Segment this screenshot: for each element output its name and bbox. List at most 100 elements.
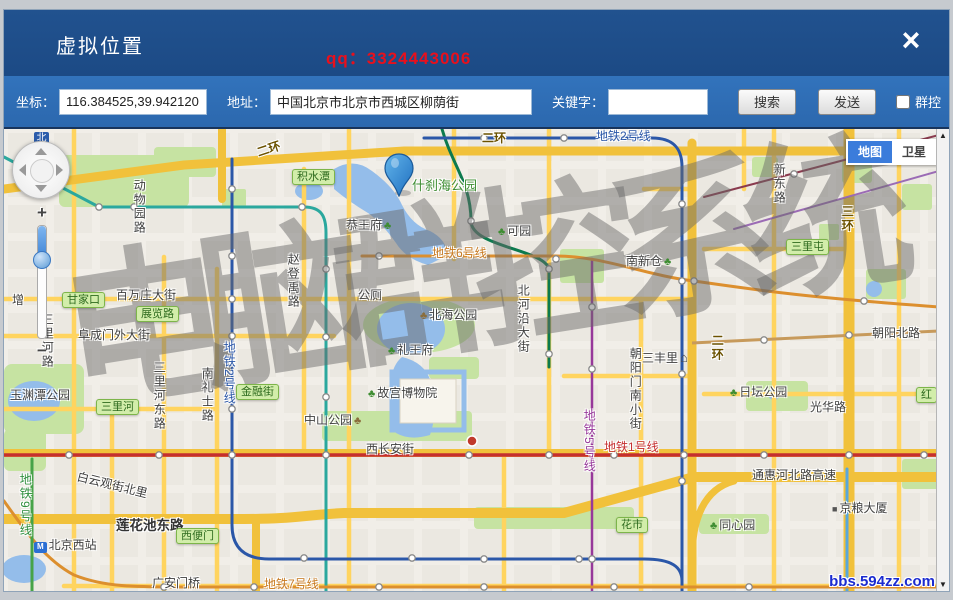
- pan-right-icon[interactable]: [56, 164, 63, 176]
- tree-icon: ♣: [730, 387, 738, 399]
- map-label: 积水潭: [292, 169, 335, 186]
- map-label: 红: [916, 387, 937, 404]
- group-control-label: 群控: [915, 95, 942, 110]
- map-label: 莲花池东路: [116, 518, 184, 533]
- map-label: 白云观街北里: [75, 469, 149, 501]
- map-label: 朝阳门南小街: [628, 347, 643, 431]
- scroll-up-icon[interactable]: ▲: [937, 129, 949, 142]
- map-label: 什刹海公园: [412, 178, 478, 193]
- map-label: 玉渊潭公园: [10, 388, 71, 402]
- map-label: 西便门: [176, 528, 219, 545]
- map-label: M 北京西站: [32, 538, 97, 553]
- map-label: ♣ 日坛公园: [728, 385, 787, 399]
- map-type-satellite-button[interactable]: 卫星: [892, 141, 936, 163]
- map-label: 三里河: [96, 399, 139, 416]
- map-label: 光华路: [810, 400, 847, 414]
- keyword-label: 关键字：: [552, 95, 605, 110]
- map-label: 通惠河北路高速: [752, 468, 837, 482]
- address-input[interactable]: [270, 88, 533, 115]
- map-label: 西长安街: [366, 442, 415, 456]
- map-label: 赵登禹路: [286, 253, 301, 309]
- map-label: 展览路: [136, 306, 179, 323]
- map-label: 地铁7号线: [264, 577, 319, 591]
- pav-icon: ♣: [420, 310, 428, 322]
- zoom-slider-track[interactable]: [33, 225, 51, 339]
- scroll-down-icon[interactable]: ▼: [937, 578, 949, 591]
- map-labels-layer: 动物园路 二环 二环 地铁2号线 积水潭 什刹海公园 恭王府 ♣ ♣ 可园 新东路 三里屯 三环 地铁6号…: [4, 129, 949, 591]
- map-type-switch: 地图 卫星: [846, 139, 938, 165]
- map-label: ♣ 可园: [496, 224, 532, 238]
- map-label: 地铁1号线: [604, 440, 659, 454]
- site-watermark: bbs.594zz.com: [829, 573, 935, 590]
- map-label: 阜成门外大街: [78, 328, 151, 342]
- map-label: 花市: [616, 517, 648, 534]
- close-icon[interactable]: ×: [891, 20, 931, 60]
- map-label: 地铁2号线: [222, 341, 237, 406]
- map-label: 广安门桥: [152, 576, 201, 590]
- zoom-slider-thumb[interactable]: [33, 251, 51, 269]
- map-label: ♣ 北海公园: [418, 308, 477, 322]
- map-label: 地铁6号线: [432, 246, 487, 260]
- map-label: 新东路: [772, 163, 787, 205]
- map-label: 地铁2号线: [596, 129, 651, 143]
- zoom-in-button[interactable]: +: [32, 204, 52, 221]
- group-control-checkbox[interactable]: [896, 94, 911, 109]
- map-label: 百万庄大街: [116, 288, 177, 302]
- map-label: ■ 京粮大厦: [830, 501, 888, 515]
- map-area[interactable]: 电脑群控系统 动物园路 二环 二环 地铁2号线 积水潭 什刹海公园 恭王府 ♣ ♣ 可园 新东路 三里…: [4, 129, 949, 591]
- building-icon: ■: [832, 504, 838, 514]
- map-label: 二环: [255, 138, 283, 160]
- location-marker-icon[interactable]: [384, 153, 414, 197]
- map-label: ♣ 同心园: [708, 518, 756, 532]
- pan-up-icon[interactable]: [35, 148, 47, 155]
- map-label: ♣ 故宫博物院: [366, 386, 437, 400]
- qq-contact-text: qq：3324443006: [326, 49, 472, 68]
- tree-icon: ♣: [664, 256, 672, 268]
- pav-icon: ♣: [354, 415, 362, 427]
- send-button[interactable]: 发送: [818, 88, 877, 115]
- virtual-location-window: 虚拟位置 qq：3324443006 × 坐标： 地址： 关键字： 搜索 发送 …: [3, 9, 950, 592]
- map-label-text: 中山公园: [304, 413, 353, 427]
- coord-input[interactable]: [59, 88, 208, 115]
- map-label-text: 南新仓: [626, 254, 663, 268]
- coord-label: 坐标：: [16, 95, 56, 110]
- tree-icon: ♣: [384, 220, 392, 232]
- map-label-text: 可园: [507, 224, 532, 238]
- map-label: 朝阳北路: [872, 326, 921, 340]
- tree-icon: ♣: [710, 520, 718, 532]
- pan-compass-control[interactable]: [12, 141, 70, 199]
- map-label-text: 三丰里: [642, 351, 679, 365]
- map-label-text: 礼王府: [397, 343, 434, 357]
- map-label: 恭王府 ♣: [346, 218, 393, 232]
- map-label: 二环: [710, 334, 725, 362]
- group-control-option: 群控: [896, 92, 941, 111]
- pan-left-icon[interactable]: [19, 164, 26, 176]
- address-label: 地址：: [227, 95, 267, 110]
- map-type-map-button[interactable]: 地图: [848, 141, 892, 163]
- map-vertical-scrollbar[interactable]: ▲ ▼: [936, 129, 949, 591]
- search-button[interactable]: 搜索: [738, 88, 797, 115]
- train-icon: M: [34, 542, 47, 553]
- tree-icon: ♣: [368, 388, 376, 400]
- map-label-text: 京粮大厦: [839, 501, 888, 515]
- pan-down-icon[interactable]: [35, 185, 47, 192]
- house-icon: ⌂: [680, 350, 688, 365]
- keyword-input[interactable]: [608, 88, 709, 115]
- map-label: 三环: [840, 205, 855, 233]
- map-label: 动物园路: [132, 179, 147, 235]
- map-label: 公厕: [358, 288, 383, 302]
- map-label: 二环: [482, 131, 507, 145]
- map-label: 三丰里 ⌂: [642, 350, 690, 365]
- pan-center-button[interactable]: [30, 159, 54, 183]
- map-label: 中山公园 ♣: [304, 413, 363, 427]
- map-label-text: 恭王府: [346, 218, 383, 232]
- map-label: 三里河东路: [152, 361, 167, 431]
- zoom-out-button[interactable]: −: [32, 342, 52, 359]
- map-label: 地铁9号线: [18, 473, 33, 538]
- tree-icon: ♣: [498, 226, 506, 238]
- map-label-text: 同心园: [719, 518, 756, 532]
- map-label: ♣ 礼王府: [386, 343, 434, 357]
- map-label: 南新仓 ♣: [626, 254, 673, 268]
- toolbar: 坐标： 地址： 关键字： 搜索 发送 群控: [4, 76, 949, 129]
- map-label: 北河沿大街: [516, 284, 531, 354]
